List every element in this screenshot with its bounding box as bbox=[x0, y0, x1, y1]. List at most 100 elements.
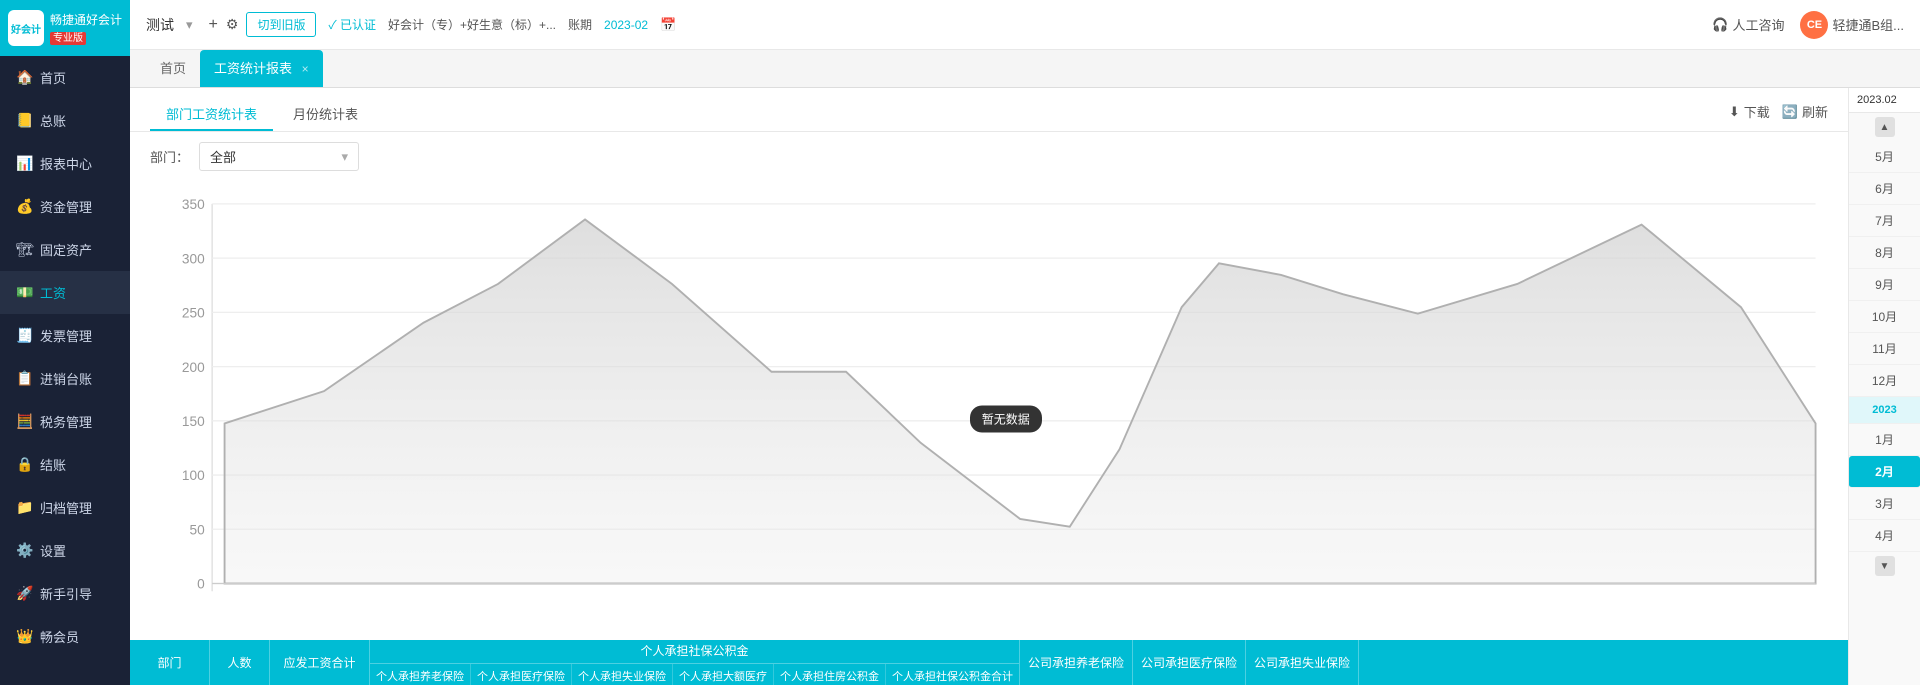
sidebar-label-invoice: 发票管理 bbox=[40, 326, 92, 345]
settings-gear-icon[interactable]: ⚙ bbox=[226, 16, 239, 33]
sidebar-label-member: 畅会员 bbox=[40, 627, 79, 646]
sidebar-item-invoice[interactable]: 🧾 发票管理 bbox=[0, 314, 130, 357]
col-headcount: 人数 bbox=[210, 640, 270, 685]
add-icon[interactable]: + bbox=[209, 16, 218, 34]
invoice-icon: 🧾 bbox=[16, 327, 32, 344]
refresh-button[interactable]: 🔄 刷新 bbox=[1782, 102, 1828, 121]
sidebar-item-home[interactable]: 🏠 首页 bbox=[0, 56, 130, 99]
date-item-mar[interactable]: 3月 bbox=[1849, 488, 1920, 520]
funds-icon: 💰 bbox=[16, 198, 32, 215]
sub-tab-dept[interactable]: 部门工资统计表 bbox=[150, 98, 273, 131]
col-total-wage: 应发工资合计 bbox=[270, 640, 370, 685]
topbar-right: 🎧 人工咨询 CE 轻捷通B组... bbox=[1712, 11, 1904, 39]
sub-tabs: 部门工资统计表 月份统计表 ⬇ 下载 🔄 刷新 bbox=[130, 88, 1848, 132]
date-item-jun[interactable]: 6月 bbox=[1849, 173, 1920, 205]
sidebar-item-member[interactable]: 👑 畅会员 bbox=[0, 615, 130, 658]
sidebar-item-salary[interactable]: 💵 工资 bbox=[0, 271, 130, 314]
date-current: 2023.02 bbox=[1857, 94, 1912, 106]
date-down-button[interactable]: ▼ bbox=[1875, 556, 1895, 576]
sidebar-item-settings[interactable]: ⚙️ 设置 bbox=[0, 529, 130, 572]
sidebar-label-assets: 固定资产 bbox=[40, 240, 92, 259]
table-header: 部门 人数 应发工资合计 个人承担社保公积金 个人承担养老保险 bbox=[130, 640, 1848, 685]
sub-col-major-medical: 个人承担大额医疗 bbox=[673, 664, 774, 685]
refresh-icon: 🔄 bbox=[1782, 104, 1798, 120]
date-item-aug[interactable]: 8月 bbox=[1849, 237, 1920, 269]
col-company-pension: 公司承担养老保险 bbox=[1020, 640, 1133, 685]
svg-text:150: 150 bbox=[182, 413, 205, 429]
app-name: 畅捷通好会计 bbox=[50, 12, 122, 29]
sub-col-medical: 个人承担医疗保险 bbox=[471, 664, 572, 685]
company-dropdown-arrow[interactable]: ▾ bbox=[186, 17, 193, 33]
date-year-2023: 2023 bbox=[1849, 397, 1920, 424]
tax-icon: 🧮 bbox=[16, 413, 32, 430]
download-icon: ⬇ bbox=[1729, 104, 1740, 120]
col-group-individual: 个人承担社保公积金 个人承担养老保险 个人承担医疗保险 个人承担失业保险 bbox=[370, 640, 1020, 685]
date-item-jan[interactable]: 1月 bbox=[1849, 424, 1920, 456]
calendar-icon[interactable]: 📅 bbox=[660, 17, 676, 33]
switch-old-version-button[interactable]: 切到旧版 bbox=[246, 12, 316, 37]
sidebar-label-purchase-sales: 进销台账 bbox=[40, 369, 92, 388]
sidebar-item-tax[interactable]: 🧮 税务管理 bbox=[0, 400, 130, 443]
dept-label: 部门： bbox=[150, 147, 189, 166]
svg-text:350: 350 bbox=[182, 196, 205, 212]
date-item-sep[interactable]: 9月 bbox=[1849, 269, 1920, 301]
sidebar-item-reports[interactable]: 📊 报表中心 bbox=[0, 142, 130, 185]
sidebar-label-ledger: 总账 bbox=[40, 111, 66, 130]
date-item-feb[interactable]: 2月 bbox=[1849, 456, 1920, 488]
app-logo: 好会计 畅捷通好会计 专业版 bbox=[0, 0, 130, 56]
topbar: 测试 ▾ + ⚙ 切到旧版 ✓ 已认证 好会计（专）+好生意（标）+... 账期… bbox=[130, 0, 1920, 50]
col-company-unemployment: 公司承担失业保险 bbox=[1246, 640, 1359, 685]
sidebar-label-settings: 设置 bbox=[40, 541, 66, 560]
tab-close-icon[interactable]: × bbox=[302, 62, 309, 76]
date-header: 2023.02 bbox=[1849, 88, 1920, 113]
sub-tab-monthly[interactable]: 月份统计表 bbox=[277, 98, 374, 131]
tab-home[interactable]: 首页 bbox=[146, 50, 200, 87]
period-value: 2023-02 bbox=[604, 18, 648, 32]
sub-col-pension: 个人承担养老保险 bbox=[370, 664, 471, 685]
toolbar-left: 部门： 全部 ▾ bbox=[150, 142, 359, 171]
date-item-oct[interactable]: 10月 bbox=[1849, 301, 1920, 333]
col-dept: 部门 bbox=[130, 640, 210, 685]
chart-tooltip: 暂无数据 bbox=[970, 406, 1042, 433]
date-item-dec[interactable]: 12月 bbox=[1849, 365, 1920, 397]
date-item-jul[interactable]: 7月 bbox=[1849, 205, 1920, 237]
date-panel: 2023.02 ▲ 5月 6月 7月 8月 9月 10月 11月 12月 202… bbox=[1848, 88, 1920, 685]
headset-icon: 🎧 bbox=[1712, 17, 1728, 33]
date-item-apr[interactable]: 4月 bbox=[1849, 520, 1920, 552]
sidebar-item-close[interactable]: 🔒 结账 bbox=[0, 443, 130, 486]
period-label: 账期 bbox=[568, 16, 592, 33]
sidebar-item-archive[interactable]: 📁 归档管理 bbox=[0, 486, 130, 529]
sub-col-unemployment: 个人承担失业保险 bbox=[572, 664, 673, 685]
sidebar-item-funds[interactable]: 💰 资金管理 bbox=[0, 185, 130, 228]
sub-col-housing-fund: 个人承担住房公积金 bbox=[774, 664, 886, 685]
sidebar-item-newbie[interactable]: 🚀 新手引导 bbox=[0, 572, 130, 615]
sidebar-item-ledger[interactable]: 📒 总账 bbox=[0, 99, 130, 142]
purchase-sales-icon: 📋 bbox=[16, 370, 32, 387]
close-books-icon: 🔒 bbox=[16, 456, 32, 473]
logo-icon: 好会计 bbox=[8, 10, 44, 46]
customer-service-btn[interactable]: 🎧 人工咨询 bbox=[1712, 15, 1784, 34]
archive-icon: 📁 bbox=[16, 499, 32, 516]
sidebar-item-assets[interactable]: 🏗 固定资产 bbox=[0, 228, 130, 271]
tab-salary-report[interactable]: 工资统计报表 × bbox=[200, 50, 323, 87]
svg-text:100: 100 bbox=[182, 467, 205, 483]
date-item-may[interactable]: 5月 bbox=[1849, 141, 1920, 173]
download-button[interactable]: ⬇ 下载 bbox=[1729, 102, 1770, 121]
sidebar-item-purchase-sales[interactable]: 📋 进销台账 bbox=[0, 357, 130, 400]
date-item-nov[interactable]: 11月 bbox=[1849, 333, 1920, 365]
dept-select[interactable]: 全部 ▾ bbox=[199, 142, 359, 171]
page-body: 部门工资统计表 月份统计表 ⬇ 下载 🔄 刷新 bbox=[130, 88, 1848, 685]
svg-text:300: 300 bbox=[182, 250, 205, 266]
tabbar: 首页 工资统计报表 × bbox=[130, 50, 1920, 88]
chevron-down-icon: ▾ bbox=[341, 149, 348, 165]
inner-content: 部门工资统计表 月份统计表 ⬇ 下载 🔄 刷新 bbox=[130, 88, 1920, 685]
chart-area: 350 300 250 200 150 100 50 0 bbox=[130, 181, 1848, 640]
settings-icon: ⚙️ bbox=[16, 542, 32, 559]
chart-container: 350 300 250 200 150 100 50 0 bbox=[150, 191, 1828, 630]
svg-text:50: 50 bbox=[189, 521, 204, 537]
topbar-actions: + ⚙ 切到旧版 bbox=[209, 12, 317, 37]
user-profile[interactable]: CE 轻捷通B组... bbox=[1800, 11, 1904, 39]
sidebar-label-funds: 资金管理 bbox=[40, 197, 92, 216]
date-up-button[interactable]: ▲ bbox=[1875, 117, 1895, 137]
ledger-icon: 📒 bbox=[16, 112, 32, 129]
